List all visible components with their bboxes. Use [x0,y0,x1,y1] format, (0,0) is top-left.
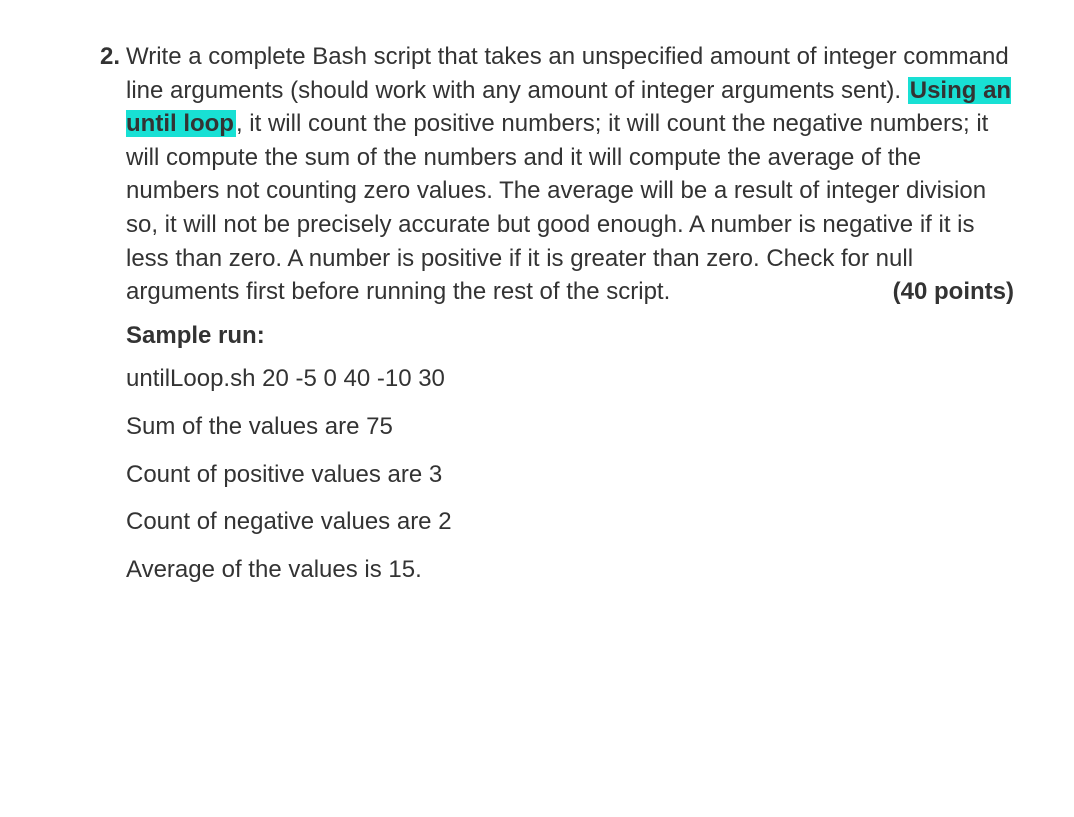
output-average: Average of the values is 15. [126,553,1014,587]
sample-run-label: Sample run: [126,319,1014,353]
prompt-post: , it will count the positive numbers; it… [126,110,988,305]
output-negative: Count of negative values are 2 [126,505,1014,539]
sample-command: untilLoop.sh 20 -5 0 40 -10 30 [126,362,1014,396]
question-body: Write a complete Bash script that takes … [126,40,1014,600]
points-label: (40 points) [893,275,1014,309]
question-page: 2. Write a complete Bash script that tak… [0,0,1074,817]
output-sum: Sum of the values are 75 [126,410,1014,444]
question-item: 2. Write a complete Bash script that tak… [80,40,1014,600]
question-prompt: Write a complete Bash script that takes … [126,40,1014,309]
question-number: 2. [80,40,126,74]
prompt-pre: Write a complete Bash script that takes … [126,43,1009,104]
output-positive: Count of positive values are 3 [126,458,1014,492]
